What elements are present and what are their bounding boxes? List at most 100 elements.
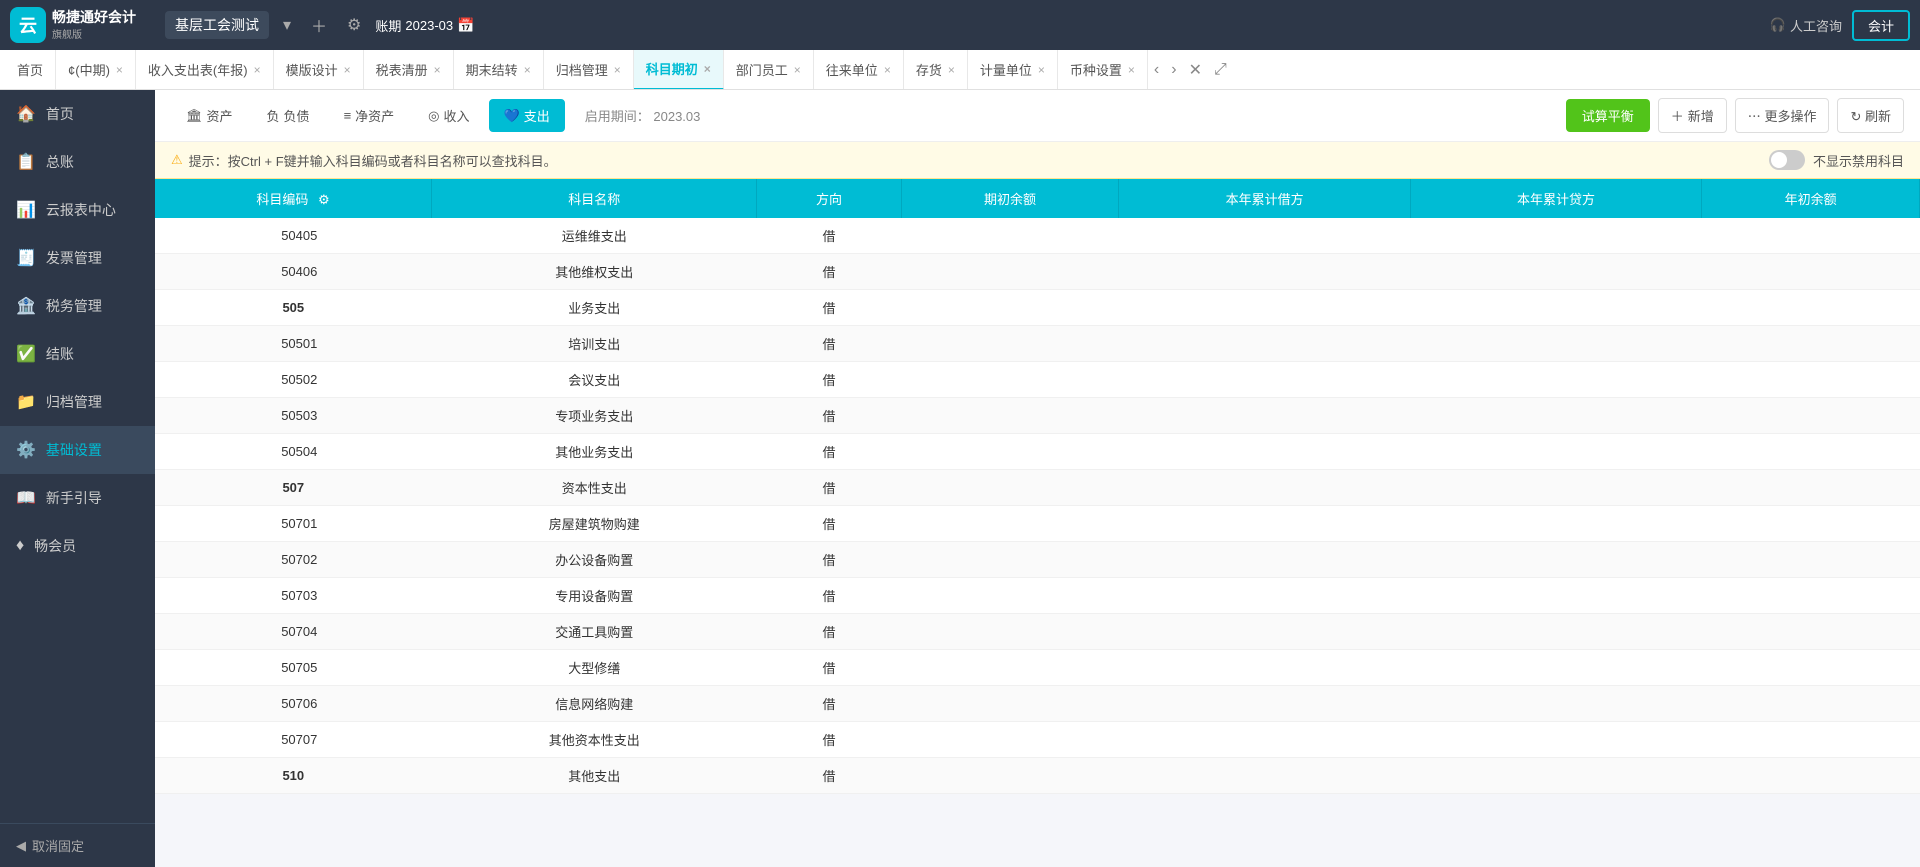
- add-label: 新增: [1688, 106, 1714, 125]
- sidebar-item-ledger[interactable]: 📋 总账: [0, 138, 155, 186]
- tab-expand[interactable]: ⤢: [1208, 61, 1233, 79]
- dropdown-icon[interactable]: ▾: [277, 11, 297, 39]
- sidebar-item-member[interactable]: ♦ 畅会员: [0, 522, 155, 570]
- tab-subject-init[interactable]: 科目期初 ×: [634, 50, 724, 90]
- tab-dept-label: 部门员工: [736, 60, 788, 79]
- table-row[interactable]: 50406 其他维权支出 借: [155, 254, 1920, 290]
- sidebar-item-guide[interactable]: 📖 新手引导: [0, 474, 155, 522]
- sub-tab-income[interactable]: ◎ 收入: [413, 99, 484, 132]
- tab-home[interactable]: 首页: [5, 50, 56, 90]
- table-row[interactable]: 50706 信息网络购建 借: [155, 686, 1920, 722]
- calendar-icon[interactable]: 📅: [457, 17, 474, 34]
- table-row[interactable]: 510 其他支出 借: [155, 758, 1920, 794]
- table-row[interactable]: 50707 其他资本性支出 借: [155, 722, 1920, 758]
- tab-nav-prev[interactable]: ‹: [1148, 61, 1165, 79]
- table-row[interactable]: 50704 交通工具购置 借: [155, 614, 1920, 650]
- tab-inventory-close[interactable]: ×: [948, 63, 955, 77]
- tab-period-end-close[interactable]: ×: [524, 63, 531, 77]
- cell-q3: [1410, 362, 1701, 398]
- cell-q1: [901, 722, 1119, 758]
- more-label: 更多操作: [1764, 109, 1816, 124]
- tab-tax-list-close[interactable]: ×: [434, 63, 441, 77]
- tab-close-all[interactable]: ✕: [1183, 60, 1208, 80]
- sidebar-item-reports[interactable]: 📊 云报表中心: [0, 186, 155, 234]
- tax-icon: 🏦: [16, 296, 36, 316]
- sub-tab-net-asset[interactable]: ≡ 净资产: [329, 99, 410, 132]
- sidebar-item-archive[interactable]: 📁 归档管理: [0, 378, 155, 426]
- balance-button[interactable]: 试算平衡: [1566, 99, 1650, 132]
- table-row[interactable]: 50702 办公设备购置 借: [155, 542, 1920, 578]
- period-value: 2023-03: [405, 18, 453, 33]
- cell-q2: [1119, 470, 1410, 506]
- sidebar-item-home[interactable]: 🏠 首页: [0, 90, 155, 138]
- cell-name: 会议支出: [432, 362, 757, 398]
- table-row[interactable]: 50701 房屋建筑物购建 借: [155, 506, 1920, 542]
- tab-subject-init-close[interactable]: ×: [704, 62, 711, 76]
- account-button[interactable]: 会计: [1852, 10, 1910, 41]
- sub-tab-liability[interactable]: 负 负债: [252, 99, 325, 132]
- table-row[interactable]: 50405 运维维支出 借: [155, 218, 1920, 254]
- cell-q4: [1702, 542, 1920, 578]
- project-name[interactable]: 基层工会测试: [165, 11, 269, 39]
- cell-q2: [1119, 542, 1410, 578]
- table-row[interactable]: 505 业务支出 借: [155, 290, 1920, 326]
- tab-archive-mgmt[interactable]: 归档管理 ×: [544, 50, 634, 90]
- tab-period-end[interactable]: 期末结转 ×: [454, 50, 544, 90]
- col-header-q3: 本年累计贷方: [1410, 179, 1701, 218]
- cell-q2: [1119, 218, 1410, 254]
- tab-tax-list[interactable]: 税表清册 ×: [364, 50, 454, 90]
- settings-icon[interactable]: ⚙: [341, 11, 367, 39]
- tab-inventory-label: 存货: [916, 60, 942, 79]
- sub-tab-asset[interactable]: 🏛 资产: [171, 99, 248, 132]
- tab-units-measure-close[interactable]: ×: [1038, 63, 1045, 77]
- tab-nav-next[interactable]: ›: [1165, 61, 1182, 79]
- help-button[interactable]: 🎧 人工咨询: [1770, 16, 1842, 35]
- tab-midperiod-close[interactable]: ×: [116, 63, 123, 77]
- tab-units[interactable]: 往来单位 ×: [814, 50, 904, 90]
- tab-units-measure[interactable]: 计量单位 ×: [968, 50, 1058, 90]
- cell-code: 50701: [155, 506, 432, 542]
- tab-archive-mgmt-close[interactable]: ×: [614, 63, 621, 77]
- table-row[interactable]: 50502 会议支出 借: [155, 362, 1920, 398]
- tab-inventory[interactable]: 存货 ×: [904, 50, 968, 90]
- table-row[interactable]: 507 资本性支出 借: [155, 470, 1920, 506]
- toggle-label-group: 不显示禁用科目: [1769, 150, 1904, 170]
- cell-code: 50501: [155, 326, 432, 362]
- sidebar-item-closing[interactable]: ✅ 结账: [0, 330, 155, 378]
- sub-tab-expense[interactable]: 💙 支出: [489, 99, 565, 132]
- table-row[interactable]: 50501 培训支出 借: [155, 326, 1920, 362]
- tab-dept[interactable]: 部门员工 ×: [724, 50, 814, 90]
- sidebar-item-invoice[interactable]: 🧾 发票管理: [0, 234, 155, 282]
- sidebar-item-tax[interactable]: 🏦 税务管理: [0, 282, 155, 330]
- sidebar-collapse[interactable]: ◀ 取消固定: [0, 823, 155, 867]
- more-button[interactable]: ⋯ 更多操作: [1735, 98, 1830, 133]
- tab-dept-close[interactable]: ×: [794, 63, 801, 77]
- tab-midperiod[interactable]: ¢(中期) ×: [56, 50, 136, 90]
- tab-template[interactable]: 模版设计 ×: [274, 50, 364, 90]
- tab-template-close[interactable]: ×: [344, 63, 351, 77]
- table-row[interactable]: 50503 专项业务支出 借: [155, 398, 1920, 434]
- sidebar-item-settings[interactable]: ⚙️ 基础设置: [0, 426, 155, 474]
- table-row[interactable]: 50504 其他业务支出 借: [155, 434, 1920, 470]
- logo-text-block: 畅捷通好会计 旗舰版: [52, 9, 136, 41]
- table-row[interactable]: 50705 大型修缮 借: [155, 650, 1920, 686]
- table-row[interactable]: 50703 专用设备购置 借: [155, 578, 1920, 614]
- tab-currency[interactable]: 币种设置 ×: [1058, 50, 1148, 90]
- cell-q4: [1702, 722, 1920, 758]
- refresh-button[interactable]: ↻ 刷新: [1837, 98, 1904, 133]
- add-tab-icon[interactable]: ＋: [305, 9, 333, 41]
- add-button[interactable]: ＋ 新增: [1658, 98, 1727, 133]
- cell-q2: [1119, 758, 1410, 794]
- cell-q1: [901, 362, 1119, 398]
- tab-annual[interactable]: 收入支出表(年报) ×: [136, 50, 274, 90]
- tab-annual-close[interactable]: ×: [254, 63, 261, 77]
- ledger-icon: 📋: [16, 152, 36, 172]
- col-gear-icon[interactable]: ⚙: [318, 192, 330, 207]
- sidebar-item-ledger-label: 总账: [46, 152, 74, 172]
- disable-toggle[interactable]: [1769, 150, 1805, 170]
- tab-units-close[interactable]: ×: [884, 63, 891, 77]
- net-asset-icon: ≡: [344, 108, 352, 123]
- main-layout: 🏠 首页 📋 总账 📊 云报表中心 🧾 发票管理 🏦 税务管理 ✅ 结账 📁 归…: [0, 90, 1920, 867]
- tab-currency-close[interactable]: ×: [1128, 63, 1135, 77]
- cell-q1: [901, 758, 1119, 794]
